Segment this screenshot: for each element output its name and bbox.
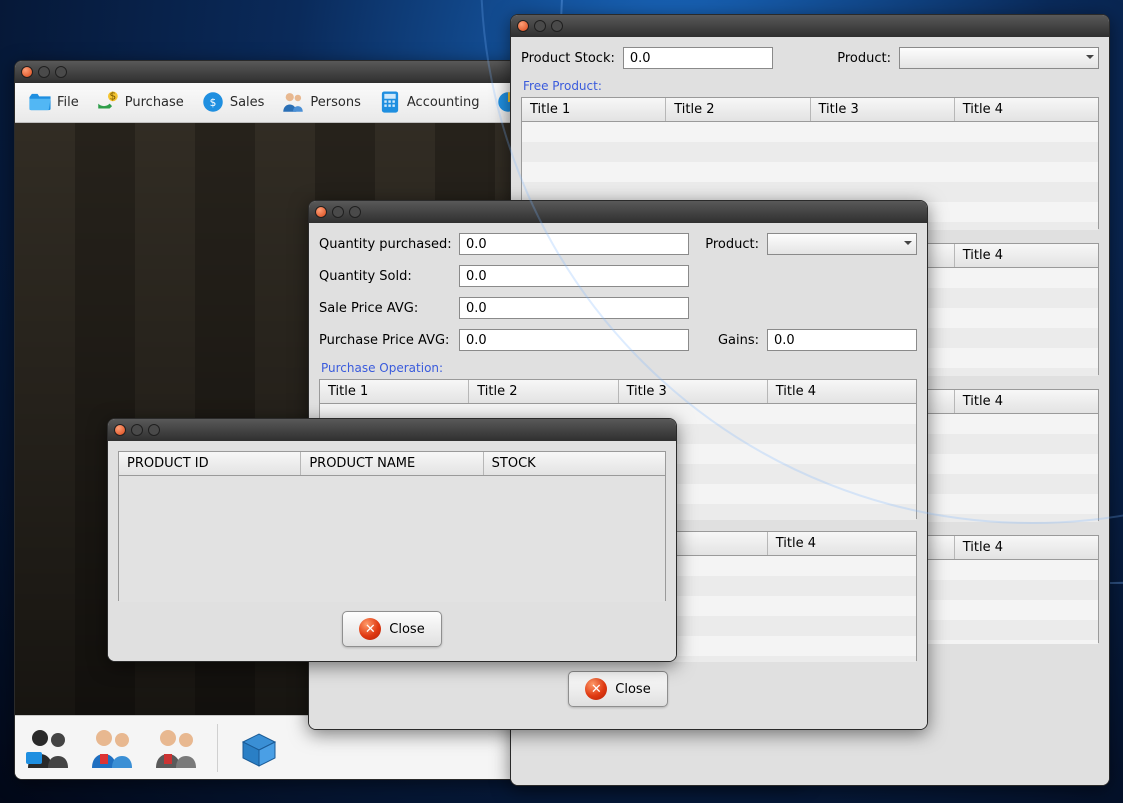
product-stock-input[interactable] — [623, 47, 773, 69]
stock-titlebar — [511, 15, 1109, 37]
window-min-icon[interactable] — [38, 66, 50, 78]
col-stock[interactable]: STOCK — [484, 452, 665, 475]
qty-sold-input[interactable] — [459, 265, 689, 287]
main-titlebar — [15, 61, 803, 83]
svg-text:$: $ — [209, 97, 216, 109]
persons-gray-icon[interactable] — [149, 721, 203, 775]
gains-input[interactable] — [767, 329, 917, 351]
window-max-icon[interactable] — [349, 206, 361, 218]
col-title1[interactable]: Title 1 — [320, 380, 469, 403]
col-product-name[interactable]: PRODUCT NAME — [301, 452, 483, 475]
menu-file-label: File — [57, 95, 79, 110]
window-max-icon[interactable] — [148, 424, 160, 436]
folder-icon — [27, 89, 53, 115]
product-label: Product: — [705, 237, 759, 252]
main-toolbar: File $ Purchase $ Sales Persons Accounti… — [15, 83, 803, 123]
gains-label: Gains: — [718, 333, 759, 348]
close-label: Close — [389, 622, 424, 637]
col-title3[interactable]: Title 3 — [811, 98, 955, 121]
window-min-icon[interactable] — [131, 424, 143, 436]
menu-persons-label: Persons — [310, 95, 360, 110]
free-product-label: Free Product: — [523, 79, 1099, 93]
sales-icon: $ — [200, 89, 226, 115]
svg-text:$: $ — [109, 91, 116, 103]
product-table[interactable]: PRODUCT ID PRODUCT NAME STOCK — [118, 451, 666, 601]
menu-accounting-label: Accounting — [407, 95, 480, 110]
col-product-id[interactable]: PRODUCT ID — [119, 452, 301, 475]
col-title4[interactable]: Title 4 — [768, 380, 916, 403]
sale-price-label: Sale Price AVG: — [319, 301, 451, 316]
purchase-op-label: Purchase Operation: — [321, 361, 917, 375]
menu-sales-label: Sales — [230, 95, 265, 110]
product-titlebar — [108, 419, 676, 441]
persons-icon — [280, 89, 306, 115]
col-title3[interactable]: Title 3 — [811, 390, 955, 413]
window-close-icon[interactable] — [21, 66, 33, 78]
window-max-icon[interactable] — [55, 66, 67, 78]
window-min-icon[interactable] — [332, 206, 344, 218]
col-title1[interactable]: Title 1 — [522, 98, 666, 121]
col-title2[interactable]: Title 2 — [666, 98, 810, 121]
product-select[interactable] — [899, 47, 1099, 69]
menu-purchase[interactable]: $ Purchase — [89, 87, 190, 117]
product-select[interactable] — [767, 233, 917, 255]
window-max-icon[interactable] — [551, 20, 563, 32]
col-title4[interactable]: Title 4 — [955, 536, 1098, 559]
purchase-icon: $ — [95, 89, 121, 115]
product-dialog: PRODUCT ID PRODUCT NAME STOCK ✕ Close — [107, 418, 677, 662]
col-title4[interactable]: Title 4 — [955, 98, 1098, 121]
col-title3[interactable]: Title 3 — [619, 380, 768, 403]
qty-purchased-input[interactable] — [459, 233, 689, 255]
purch-price-input[interactable] — [459, 329, 689, 351]
window-close-icon[interactable] — [315, 206, 327, 218]
product-stock-label: Product Stock: — [521, 51, 615, 66]
close-button[interactable]: ✕ Close — [342, 611, 441, 647]
close-label: Close — [615, 682, 650, 697]
col-title2[interactable]: Title 2 — [469, 380, 618, 403]
persons-blue-icon[interactable] — [85, 721, 139, 775]
free-product-table[interactable]: Title 1 Title 2 Title 3 Title 4 — [521, 97, 1099, 229]
persons-dark-icon[interactable] — [21, 721, 75, 775]
menu-file[interactable]: File — [21, 87, 85, 117]
col-title4[interactable]: Title 4 — [768, 532, 916, 555]
sale-price-input[interactable] — [459, 297, 689, 319]
close-icon: ✕ — [585, 678, 607, 700]
purch-price-label: Purchase Price AVG: — [319, 333, 451, 348]
close-icon: ✕ — [359, 618, 381, 640]
product-label: Product: — [837, 51, 891, 66]
separator — [217, 724, 218, 772]
window-close-icon[interactable] — [114, 424, 126, 436]
menu-purchase-label: Purchase — [125, 95, 184, 110]
col-title3[interactable]: Title 3 — [811, 244, 955, 267]
menu-accounting[interactable]: Accounting — [371, 87, 486, 117]
close-button[interactable]: ✕ Close — [568, 671, 667, 707]
cube-icon[interactable] — [232, 721, 286, 775]
pie-chart-icon — [495, 89, 521, 115]
menu-sales[interactable]: $ Sales — [194, 87, 271, 117]
col-title4[interactable]: Title 4 — [955, 390, 1098, 413]
menu-reports[interactable] — [489, 87, 527, 117]
qty-purchased-label: Quantity purchased: — [319, 237, 451, 252]
col-title2[interactable]: Title 2 — [666, 244, 810, 267]
window-min-icon[interactable] — [534, 20, 546, 32]
menu-persons[interactable]: Persons — [274, 87, 366, 117]
ops-titlebar — [309, 201, 927, 223]
calculator-icon — [377, 89, 403, 115]
col-title4[interactable]: Title 4 — [955, 244, 1098, 267]
qty-sold-label: Quantity Sold: — [319, 269, 451, 284]
window-close-icon[interactable] — [517, 20, 529, 32]
